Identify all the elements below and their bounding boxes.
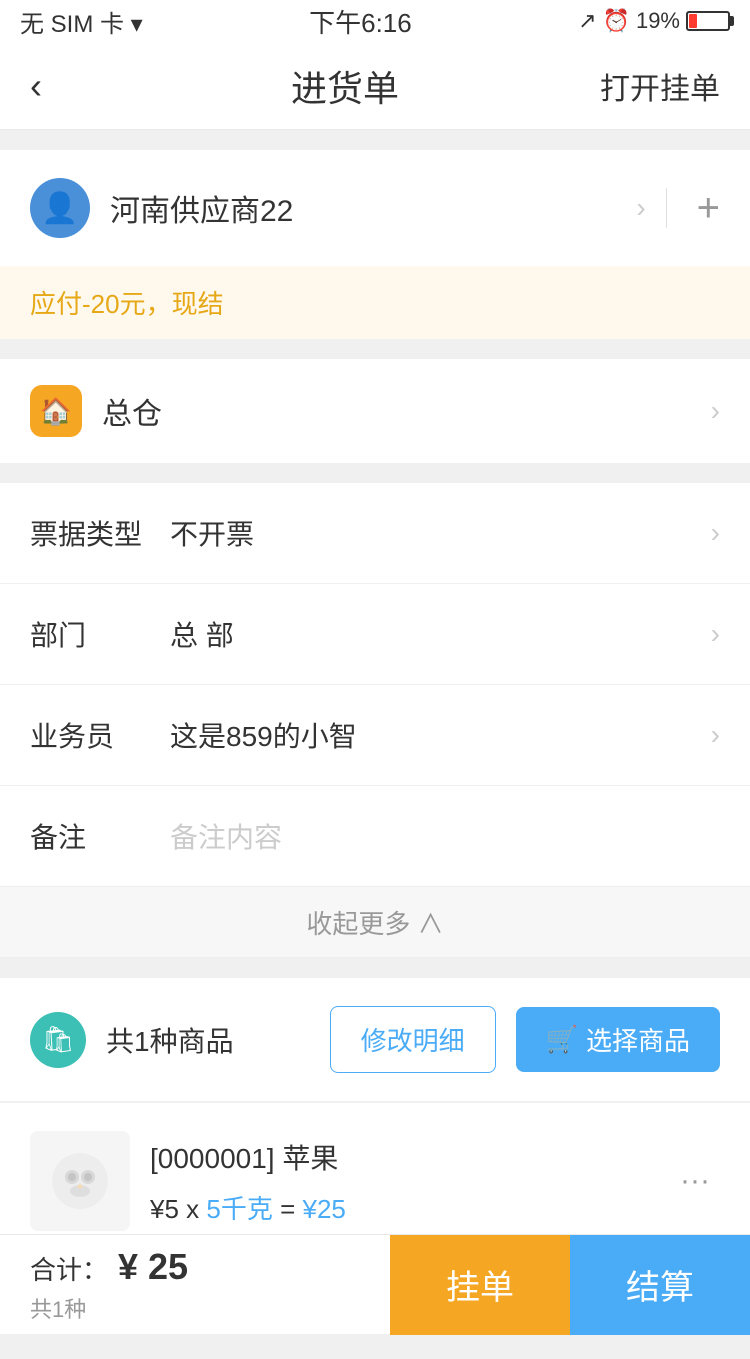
ticket-type-row[interactable]: 票据类型 不开票 › (0, 483, 750, 584)
total-label: 合计： ¥ 25 (30, 1246, 360, 1288)
checkout-button[interactable]: 结算 (570, 1235, 750, 1335)
alarm-icon: ⏰ (603, 8, 630, 34)
warehouse-row[interactable]: 🏠 总仓 › (0, 359, 750, 463)
select-product-button[interactable]: 🛒 选择商品 (516, 1007, 720, 1072)
department-row[interactable]: 部门 总 部 › (0, 584, 750, 685)
product-title: 苹果 (282, 1143, 338, 1174)
status-right: ↗ ⏰ 19% (578, 8, 730, 34)
battery-text: 19% (636, 8, 680, 34)
collapse-row[interactable]: 收起更多 ∧ (0, 886, 750, 958)
salesperson-value: 这是859的小智 (170, 715, 711, 755)
warehouse-chevron-icon: › (711, 395, 720, 427)
product-icon: 🛍 (30, 1012, 86, 1068)
remark-input[interactable]: 备注内容 (170, 816, 720, 856)
status-time: 下午6:16 (309, 3, 412, 40)
location-icon: ↗ (578, 8, 596, 34)
subtotal: ¥25 (303, 1194, 346, 1224)
multiply-icon: x (186, 1194, 206, 1224)
warehouse-section: 🏠 总仓 › (0, 359, 750, 463)
edit-detail-button[interactable]: 修改明细 (330, 1006, 496, 1073)
avatar-icon: 👤 (41, 191, 78, 226)
supplier-avatar: 👤 (30, 178, 90, 238)
total-sub: 共1种 (30, 1292, 360, 1324)
total-text: 合计： (30, 1250, 108, 1287)
department-label: 部门 (30, 614, 170, 654)
collapse-label: 收起更多 ∧ (306, 904, 443, 941)
supplier-chevron-icon: › (636, 192, 645, 224)
department-value: 总 部 (170, 614, 711, 654)
more-options-button[interactable]: ··· (670, 1154, 720, 1208)
product-name: [0000001] 苹果 (150, 1137, 650, 1177)
remark-label: 备注 (30, 816, 170, 856)
open-pending-button[interactable]: 打开挂单 (600, 64, 720, 108)
form-section: 票据类型 不开票 › 部门 总 部 › 业务员 这是859的小智 › 备注 备注… (0, 483, 750, 886)
warehouse-label: 总仓 (102, 389, 711, 433)
product-header: 🛍 共1种商品 修改明细 🛒 选择商品 (0, 978, 750, 1101)
supplier-section: 👤 河南供应商22 › + 应付-20元，现结 (0, 150, 750, 339)
equals-icon: = (280, 1194, 302, 1224)
product-thumbnail (30, 1131, 130, 1231)
back-button[interactable]: ‹ (30, 65, 90, 107)
supplier-name: 河南供应商22 (110, 186, 636, 230)
product-code: [0000001] (150, 1143, 275, 1174)
product-price: ¥5 x 5千克 = ¥25 (150, 1189, 650, 1226)
unit-price: ¥5 (150, 1194, 179, 1224)
battery-icon (686, 11, 730, 31)
status-bar: 无 SIM 卡 ▾ 下午6:16 ↗ ⏰ 19% (0, 0, 750, 42)
ticket-type-label: 票据类型 (30, 513, 170, 553)
page-title: 进货单 (291, 60, 399, 112)
gap-3 (0, 463, 750, 483)
payment-hint: 应付-20元，现结 (0, 266, 750, 339)
ticket-type-chevron-icon: › (711, 517, 720, 549)
product-count: 共1种商品 (106, 1020, 310, 1060)
salesperson-row[interactable]: 业务员 这是859的小智 › (0, 685, 750, 786)
remark-row[interactable]: 备注 备注内容 (0, 786, 750, 886)
nav-bar: ‹ 进货单 打开挂单 (0, 42, 750, 130)
gap-4 (0, 958, 750, 978)
product-info: [0000001] 苹果 ¥5 x 5千克 = ¥25 (150, 1137, 650, 1226)
quantity: 5千克 (206, 1194, 272, 1224)
bottom-bar: 合计： ¥ 25 共1种 挂单 结算 (0, 1234, 750, 1334)
total-amount: ¥ 25 (118, 1246, 188, 1288)
department-chevron-icon: › (711, 618, 720, 650)
bag-icon: 🛍 (41, 1024, 74, 1055)
sim-status: 无 SIM 卡 ▾ (20, 4, 143, 39)
suspend-button[interactable]: 挂单 (390, 1235, 570, 1335)
gap-1 (0, 130, 750, 150)
status-left: 无 SIM 卡 ▾ (20, 4, 143, 39)
divider (666, 188, 667, 228)
total-section: 合计： ¥ 25 共1种 (0, 1246, 390, 1324)
select-product-label: 选择商品 (586, 1021, 690, 1058)
salesperson-label: 业务员 (30, 715, 170, 755)
cart-icon: 🛒 (546, 1024, 578, 1055)
ticket-type-value: 不开票 (170, 513, 711, 553)
salesperson-chevron-icon: › (711, 719, 720, 751)
add-supplier-button[interactable]: + (697, 186, 720, 231)
warehouse-icon: 🏠 (30, 385, 82, 437)
supplier-row[interactable]: 👤 河南供应商22 › + (0, 150, 750, 266)
product-image (50, 1151, 110, 1211)
gap-2 (0, 339, 750, 359)
